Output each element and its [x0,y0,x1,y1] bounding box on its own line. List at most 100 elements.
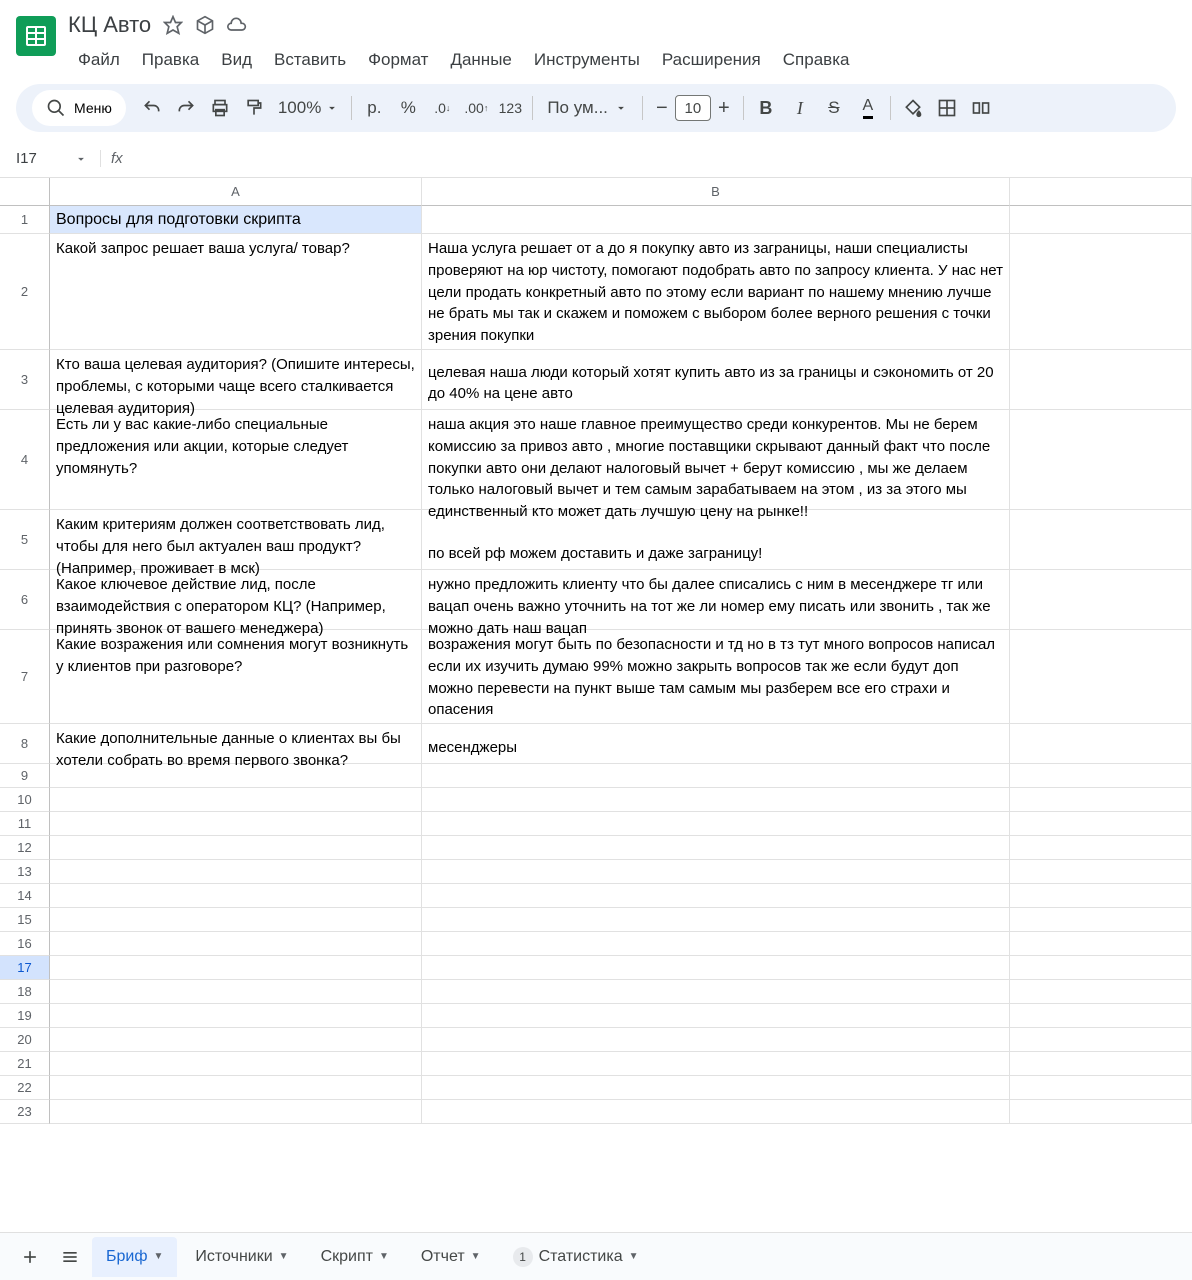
cell[interactable] [50,764,422,788]
cell[interactable] [50,1004,422,1028]
menu-item[interactable]: Вставить [264,44,356,76]
menu-item[interactable]: Расширения [652,44,771,76]
row-header[interactable]: 23 [0,1100,50,1124]
cell[interactable] [1010,1028,1192,1052]
cell[interactable] [422,788,1010,812]
cell[interactable] [422,1004,1010,1028]
move-icon[interactable] [195,15,215,35]
menu-item[interactable]: Файл [68,44,130,76]
decrease-font-button[interactable]: − [649,95,675,121]
cell[interactable] [1010,884,1192,908]
row-header[interactable]: 1 [0,206,50,234]
cell[interactable] [1010,1100,1192,1124]
row-header[interactable]: 18 [0,980,50,1004]
cell[interactable] [422,1028,1010,1052]
cell[interactable] [50,980,422,1004]
all-sheets-button[interactable] [52,1239,88,1275]
row-header[interactable]: 4 [0,410,50,510]
font-size-input[interactable] [675,95,711,121]
cell[interactable]: Каким критериям должен соответствовать л… [50,510,422,570]
cell[interactable] [422,884,1010,908]
cell[interactable]: месенджеры [422,724,1010,764]
cell[interactable]: Есть ли у вас какие-либо специальные пре… [50,410,422,510]
cell[interactable] [50,908,422,932]
row-header[interactable]: 22 [0,1076,50,1100]
zoom-select[interactable]: 100% [272,98,345,118]
cell[interactable] [422,956,1010,980]
cell[interactable]: целевая наша люди который хотят купить а… [422,350,1010,410]
star-icon[interactable] [163,15,183,35]
sheet-tab[interactable]: Отчет▼ [407,1237,495,1277]
cell[interactable] [50,1076,422,1100]
cell[interactable] [50,836,422,860]
paint-format-icon[interactable] [238,92,270,124]
cell[interactable] [50,1100,422,1124]
row-header[interactable]: 10 [0,788,50,812]
row-header[interactable]: 19 [0,1004,50,1028]
row-header[interactable]: 8 [0,724,50,764]
row-header[interactable]: 2 [0,234,50,350]
cell[interactable] [1010,234,1192,350]
cell[interactable] [422,980,1010,1004]
merge-button[interactable] [965,92,997,124]
cell[interactable] [1010,812,1192,836]
cell[interactable] [422,764,1010,788]
cell[interactable]: Наша услуга решает от а до я покупку авт… [422,234,1010,350]
row-header[interactable]: 5 [0,510,50,570]
menu-item[interactable]: Вид [211,44,262,76]
font-family-select[interactable]: По ум... [539,98,636,118]
column-header-c[interactable] [1010,178,1192,206]
cell[interactable] [422,812,1010,836]
cell[interactable]: Какие дополнительные данные о клиентах в… [50,724,422,764]
text-color-button[interactable]: A [852,92,884,124]
row-header[interactable]: 14 [0,884,50,908]
row-header[interactable]: 16 [0,932,50,956]
currency-button[interactable]: р. [358,92,390,124]
cell[interactable] [422,836,1010,860]
menu-item[interactable]: Данные [440,44,521,76]
cell[interactable] [50,884,422,908]
cell[interactable] [1010,410,1192,510]
bold-button[interactable]: B [750,92,782,124]
redo-icon[interactable] [170,92,202,124]
select-all-corner[interactable] [0,178,50,206]
cell[interactable] [50,788,422,812]
cloud-icon[interactable] [227,15,247,35]
cell[interactable] [50,932,422,956]
row-header[interactable]: 15 [0,908,50,932]
cell[interactable] [1010,788,1192,812]
undo-icon[interactable] [136,92,168,124]
add-sheet-button[interactable] [12,1239,48,1275]
increase-font-button[interactable]: + [711,95,737,121]
cell[interactable]: Какое ключевое действие лид, после взаим… [50,570,422,630]
sheets-logo[interactable] [16,16,56,56]
cell[interactable] [422,206,1010,234]
menu-item[interactable]: Правка [132,44,209,76]
cell[interactable] [422,1100,1010,1124]
cell[interactable]: Какой запрос решает ваша услуга/ товар? [50,234,422,350]
menu-item[interactable]: Формат [358,44,438,76]
cell[interactable] [1010,764,1192,788]
cell[interactable] [1010,932,1192,956]
row-header[interactable]: 11 [0,812,50,836]
decrease-decimal-icon[interactable]: .0↓ [426,92,458,124]
strikethrough-button[interactable]: S [818,92,850,124]
borders-button[interactable] [931,92,963,124]
cell[interactable]: Вопросы для подготовки скрипта [50,206,422,234]
cell[interactable] [1010,1076,1192,1100]
doc-title[interactable]: КЦ Авто [68,12,151,38]
cell[interactable]: по всей рф можем доставить и даже загран… [422,510,1010,570]
column-header-a[interactable]: A [50,178,422,206]
cell[interactable] [422,1052,1010,1076]
sheet-tab[interactable]: Скрипт▼ [307,1237,403,1277]
row-header[interactable]: 17 [0,956,50,980]
cell[interactable] [1010,980,1192,1004]
row-header[interactable]: 20 [0,1028,50,1052]
cell[interactable] [1010,908,1192,932]
column-header-b[interactable]: B [422,178,1010,206]
cell[interactable] [1010,1004,1192,1028]
menu-item[interactable]: Справка [773,44,860,76]
cell[interactable] [1010,956,1192,980]
cell[interactable]: Какие возражения или сомнения могут возн… [50,630,422,724]
sheet-tab[interactable]: Источники▼ [181,1237,302,1277]
